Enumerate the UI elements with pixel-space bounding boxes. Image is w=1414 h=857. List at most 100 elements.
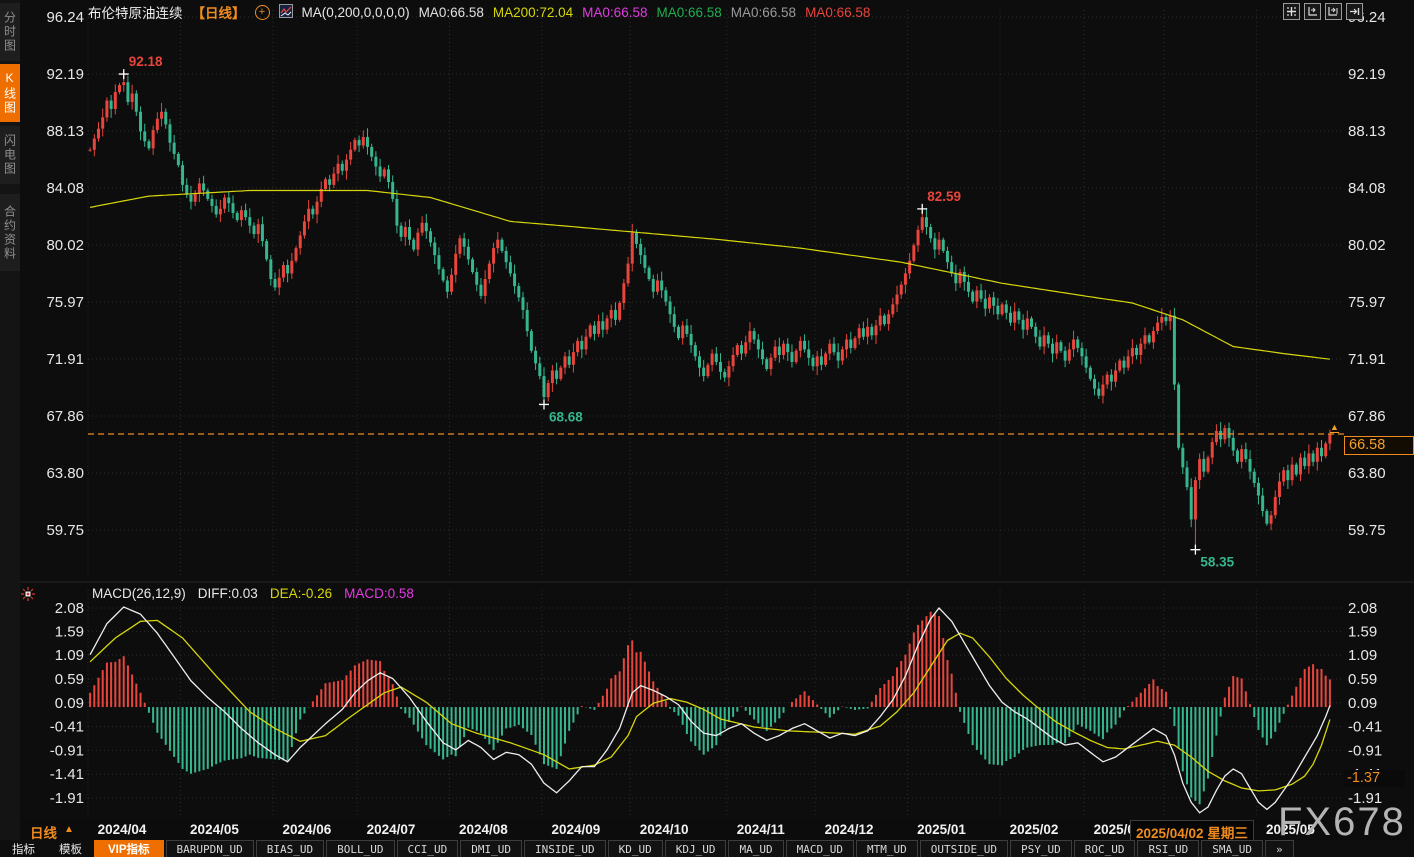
sidebar-tab-flashchart[interactable]: 闪电图: [0, 126, 20, 184]
current-price-badge: 66.58: [1344, 436, 1414, 455]
latest-price-arrow-icon: ▲: [1330, 422, 1339, 433]
axis-right-icon[interactable]: [1325, 3, 1342, 20]
svg-text:1.59: 1.59: [55, 623, 84, 640]
svg-text:2.08: 2.08: [55, 600, 84, 617]
svg-text:82.59: 82.59: [927, 189, 961, 204]
svg-text:88.13: 88.13: [1348, 123, 1386, 140]
svg-text:75.97: 75.97: [46, 294, 84, 311]
svg-text:75.97: 75.97: [1348, 294, 1386, 311]
sidebar-tab-kline[interactable]: K线图: [0, 64, 20, 122]
chart-header: 布伦特原油连续 【日线】 + MA(0,200,0,0,0,0) MA0:66.…: [88, 3, 870, 21]
svg-text:-0.41: -0.41: [50, 719, 84, 736]
macd-diff-value: DIFF:0.03: [197, 586, 258, 601]
indicator-toolbar: 指标 模板 VIP指标 BARUPDN_UD BIAS_UD BOLL_UD C…: [0, 840, 1414, 857]
ma-legend-0: MA0:66.58: [418, 4, 484, 20]
svg-text:0.59: 0.59: [55, 671, 84, 688]
svg-text:84.08: 84.08: [1348, 180, 1386, 197]
sidebar-tab-timechart[interactable]: 分时图: [0, 3, 20, 61]
svg-text:71.91: 71.91: [1348, 351, 1386, 368]
toolbar-item-indicator[interactable]: 指标: [0, 840, 47, 857]
axis-left-icon[interactable]: [1304, 3, 1321, 20]
ma-legend-2: MA0:66.58: [582, 4, 648, 20]
svg-text:63.80: 63.80: [1348, 465, 1386, 482]
ma-legend-1: MA200:72.04: [492, 4, 574, 20]
expand-icon[interactable]: +: [254, 4, 270, 20]
toolbar-item-kd[interactable]: KD_UD: [607, 840, 663, 857]
brand-watermark: FX678: [1278, 800, 1406, 844]
sidebar-tab-contract-info[interactable]: 合约资料: [0, 194, 20, 271]
macd-dea-value: DEA:-0.26: [269, 586, 333, 601]
ma-legend-5: MA0:66.58: [805, 4, 871, 20]
macd-axis-marker: -1.37: [1344, 770, 1405, 787]
timeline-month: 2024/10: [639, 822, 689, 837]
macd-macd-value: MACD:0.58: [344, 586, 414, 601]
trading-app-window: 分时图 K线图 闪电图 合约资料 布伦特原油连续 【日线】 + MA(0,200…: [0, 0, 1414, 857]
svg-text:-0.41: -0.41: [1348, 719, 1382, 736]
svg-text:-1.91: -1.91: [50, 790, 84, 807]
macd-title[interactable]: MACD(26,12,9): [92, 586, 186, 601]
svg-text:67.86: 67.86: [46, 408, 84, 425]
toolbar-item-vip[interactable]: VIP指标: [94, 840, 164, 857]
svg-text:59.75: 59.75: [46, 522, 84, 539]
svg-text:71.91: 71.91: [46, 351, 84, 368]
toolbar-item-ma[interactable]: MA_UD: [728, 840, 784, 857]
toolbar-item-outside[interactable]: OUTSIDE_UD: [919, 840, 1008, 857]
timeline-month: 2024/06: [282, 822, 332, 837]
svg-text:63.80: 63.80: [46, 465, 84, 482]
timeline-month: 2025/01: [917, 822, 966, 837]
svg-text:-1.41: -1.41: [50, 766, 84, 783]
timeline-month: 2025/02: [1009, 822, 1059, 837]
svg-text:92.18: 92.18: [129, 54, 163, 69]
svg-text:1.59: 1.59: [1348, 623, 1377, 640]
toolbar-item-macd[interactable]: MACD_UD: [785, 840, 854, 857]
svg-text:0.09: 0.09: [1348, 695, 1377, 712]
toolbar-item-inside[interactable]: INSIDE_UD: [524, 840, 606, 857]
timeline-bar: 日线 ▲ 2024/04 2024/05 2024/06 2024/07 2024/08…: [0, 819, 1414, 844]
pane-layout-icon[interactable]: [1283, 3, 1300, 20]
svg-text:2.08: 2.08: [1348, 600, 1377, 617]
toolbar-item-dmi[interactable]: DMI_UD: [460, 840, 522, 857]
svg-text:92.19: 92.19: [46, 66, 84, 83]
period-selector[interactable]: 日线: [30, 822, 57, 842]
timeline-month: 2024/12: [824, 822, 874, 837]
ma-legend-3: MA0:66.58: [656, 4, 722, 20]
timeline-month: 2024/09: [551, 822, 601, 837]
svg-text:1.09: 1.09: [1348, 647, 1377, 664]
toolbar-item-template[interactable]: 模板: [47, 840, 94, 857]
chart-icon[interactable]: [278, 3, 293, 21]
toolbar-item-roc[interactable]: ROC_UD: [1073, 840, 1136, 857]
timeline-month: 2024/07: [366, 822, 416, 837]
macd-pane-header: MACD(26,12,9) DIFF:0.03 DEA:-0.26 MACD:0…: [92, 586, 414, 601]
chart-layout-buttons: [1283, 3, 1363, 20]
main-chart-canvas[interactable]: 96.24 96.2492.19 92.1988.13 88.1384.08 84.08…: [0, 0, 1414, 857]
svg-text:0.09: 0.09: [55, 695, 84, 712]
toolbar-item-rsi[interactable]: RSI_UD: [1137, 840, 1200, 857]
toolbar-item-more[interactable]: »: [1264, 840, 1294, 857]
svg-text:59.75: 59.75: [1348, 522, 1386, 539]
svg-text:67.86: 67.86: [1348, 408, 1386, 425]
toolbar-item-cci[interactable]: CCI_UD: [396, 840, 459, 857]
period-selector-arrow-icon[interactable]: ▲: [64, 824, 74, 835]
toolbar-item-bias[interactable]: BIAS_UD: [255, 840, 325, 857]
period-tag: 【日线】: [191, 6, 246, 21]
toolbar-item-barupdn[interactable]: BARUPDN_UD: [165, 840, 254, 857]
svg-text:92.19: 92.19: [1348, 66, 1386, 83]
ma-legend-4: MA0:66.58: [730, 4, 797, 20]
goto-latest-icon[interactable]: [1346, 3, 1363, 20]
ma-settings-label[interactable]: MA(0,200,0,0,0,0): [302, 5, 410, 20]
svg-text:84.08: 84.08: [46, 180, 84, 197]
toolbar-item-kdj[interactable]: KDJ_UD: [664, 840, 727, 857]
svg-text:58.35: 58.35: [1200, 555, 1234, 570]
timeline-month: 2024/08: [459, 822, 508, 837]
timeline-month: 2024/04: [97, 822, 147, 837]
timeline-month: 2024/11: [736, 822, 785, 837]
timeline-month: 2024/05: [190, 822, 239, 837]
toolbar-item-mtm[interactable]: MTM_UD: [855, 840, 918, 857]
instrument-title: 布伦特原油连续: [88, 6, 183, 21]
svg-text:96.24: 96.24: [46, 9, 84, 26]
svg-text:68.68: 68.68: [549, 409, 583, 424]
indicator-settings-icon[interactable]: [21, 587, 35, 606]
toolbar-item-sma[interactable]: SMA_UD: [1201, 840, 1263, 857]
toolbar-item-psy[interactable]: PSY_UD: [1009, 840, 1072, 857]
toolbar-item-boll[interactable]: BOLL_UD: [326, 840, 395, 857]
